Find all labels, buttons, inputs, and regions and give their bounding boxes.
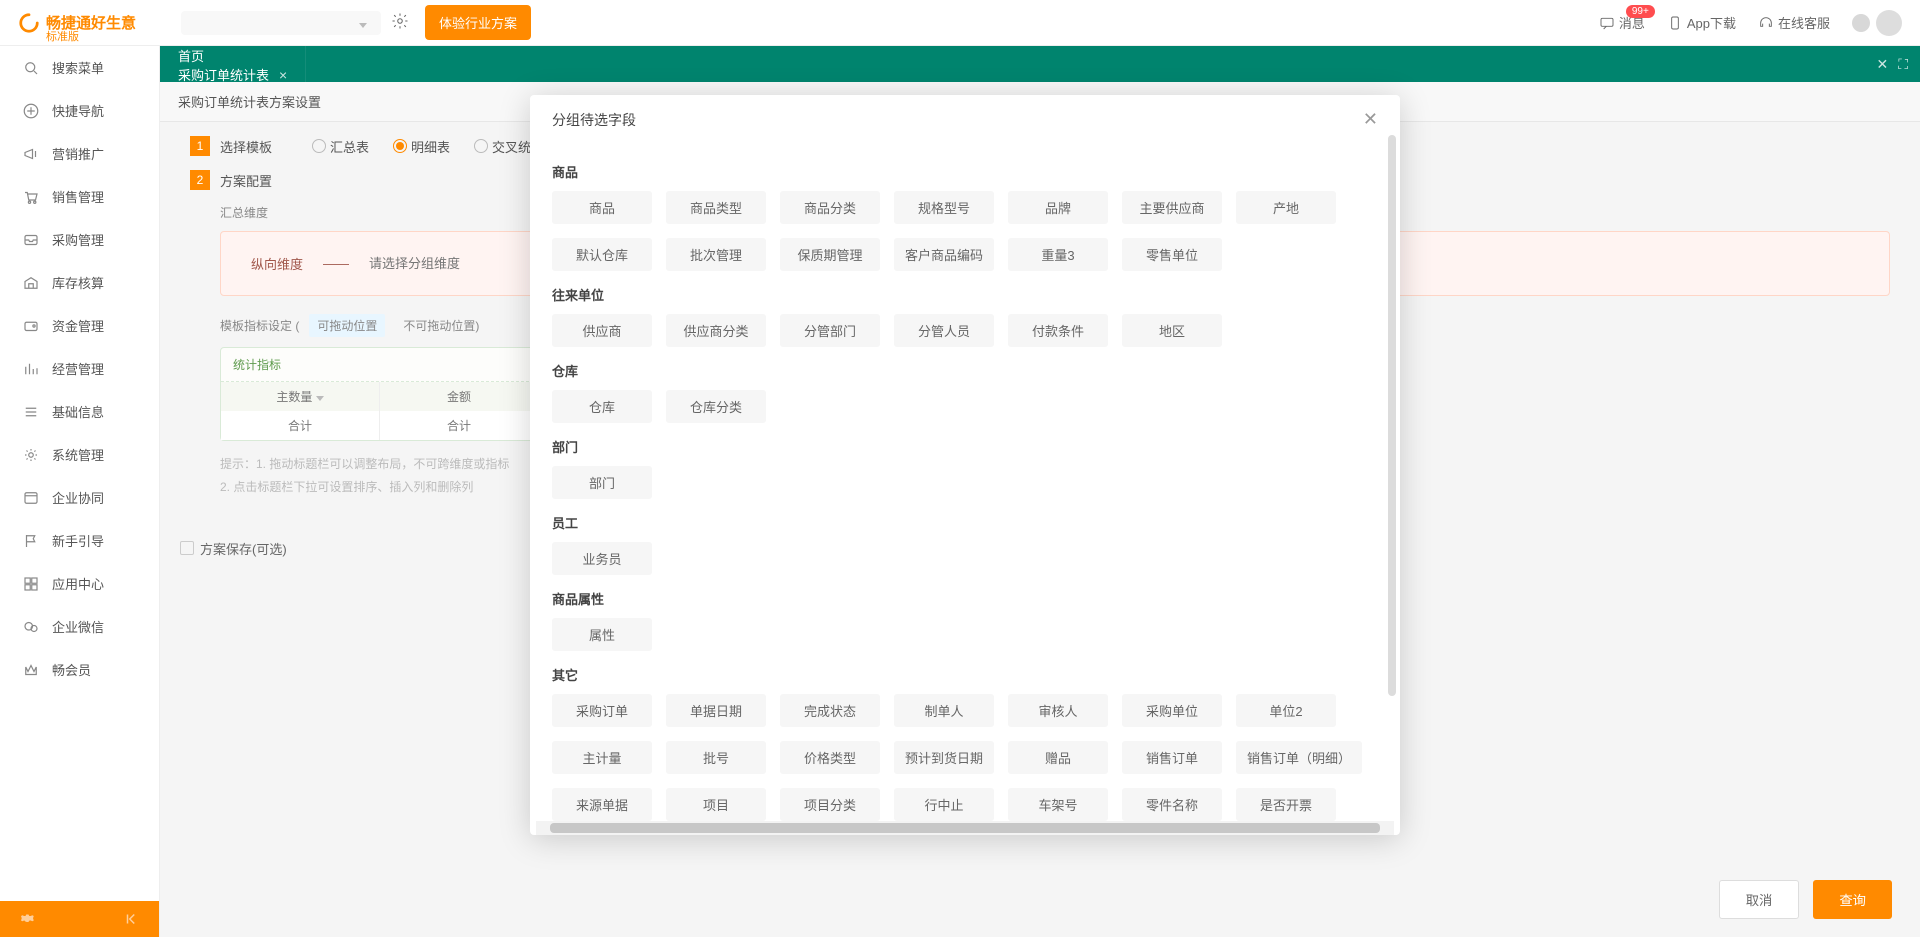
field-chip-1-4[interactable]: 付款条件 xyxy=(1008,314,1108,347)
field-chip-1-1[interactable]: 供应商分类 xyxy=(666,314,766,347)
field-group-0: 商品商品商品类型商品分类规格型号品牌主要供应商产地默认仓库批次管理保质期管理客户… xyxy=(552,162,1378,271)
field-chip-6-14[interactable]: 来源单据 xyxy=(552,788,652,821)
field-chip-5-0[interactable]: 属性 xyxy=(552,618,652,651)
field-chip-0-0[interactable]: 商品 xyxy=(552,191,652,224)
group-title: 部门 xyxy=(552,437,1378,456)
field-modal: 分组待选字段 ✕ 商品商品商品类型商品分类规格型号品牌主要供应商产地默认仓库批次… xyxy=(530,95,1400,835)
field-chip-6-4[interactable]: 审核人 xyxy=(1008,694,1108,727)
field-chip-6-6[interactable]: 单位2 xyxy=(1236,694,1336,727)
modal-scrollbar-h[interactable] xyxy=(536,821,1394,835)
group-title: 员工 xyxy=(552,513,1378,532)
field-chip-6-17[interactable]: 行中止 xyxy=(894,788,994,821)
field-chip-0-5[interactable]: 主要供应商 xyxy=(1122,191,1222,224)
field-chip-6-11[interactable]: 赠品 xyxy=(1008,741,1108,774)
field-chip-0-2[interactable]: 商品分类 xyxy=(780,191,880,224)
field-chip-6-1[interactable]: 单据日期 xyxy=(666,694,766,727)
field-chip-0-10[interactable]: 客户商品编码 xyxy=(894,238,994,271)
field-chip-1-0[interactable]: 供应商 xyxy=(552,314,652,347)
field-chip-6-20[interactable]: 是否开票 xyxy=(1236,788,1336,821)
field-group-5: 商品属性属性 xyxy=(552,589,1378,651)
field-chip-1-2[interactable]: 分管部门 xyxy=(780,314,880,347)
field-chip-1-3[interactable]: 分管人员 xyxy=(894,314,994,347)
field-chip-6-5[interactable]: 采购单位 xyxy=(1122,694,1222,727)
field-chip-6-7[interactable]: 主计量 xyxy=(552,741,652,774)
modal-close[interactable]: ✕ xyxy=(1363,109,1378,130)
field-chip-6-9[interactable]: 价格类型 xyxy=(780,741,880,774)
field-chip-6-3[interactable]: 制单人 xyxy=(894,694,994,727)
field-chip-0-9[interactable]: 保质期管理 xyxy=(780,238,880,271)
field-chip-2-1[interactable]: 仓库分类 xyxy=(666,390,766,423)
field-group-6: 其它采购订单单据日期完成状态制单人审核人采购单位单位2 主计量批号价格类型预计到货… xyxy=(552,665,1378,821)
field-group-4: 员工业务员 xyxy=(552,513,1378,575)
group-title: 其它 xyxy=(552,665,1378,684)
group-title: 商品属性 xyxy=(552,589,1378,608)
modal-body: 商品商品商品类型商品分类规格型号品牌主要供应商产地默认仓库批次管理保质期管理客户… xyxy=(530,144,1400,821)
group-title: 仓库 xyxy=(552,361,1378,380)
field-chip-6-15[interactable]: 项目 xyxy=(666,788,766,821)
field-chip-0-8[interactable]: 批次管理 xyxy=(666,238,766,271)
field-chip-6-19[interactable]: 零件名称 xyxy=(1122,788,1222,821)
field-chip-0-12[interactable]: 零售单位 xyxy=(1122,238,1222,271)
field-chip-4-0[interactable]: 业务员 xyxy=(552,542,652,575)
field-group-3: 部门部门 xyxy=(552,437,1378,499)
field-chip-6-8[interactable]: 批号 xyxy=(666,741,766,774)
field-chip-1-5[interactable]: 地区 xyxy=(1122,314,1222,347)
group-title: 往来单位 xyxy=(552,285,1378,304)
field-chip-6-13[interactable]: 销售订单（明细） xyxy=(1236,741,1362,774)
field-chip-6-16[interactable]: 项目分类 xyxy=(780,788,880,821)
field-chip-3-0[interactable]: 部门 xyxy=(552,466,652,499)
field-chip-6-12[interactable]: 销售订单 xyxy=(1122,741,1222,774)
modal-title: 分组待选字段 xyxy=(552,110,636,130)
field-chip-6-10[interactable]: 预计到货日期 xyxy=(894,741,994,774)
field-chip-2-0[interactable]: 仓库 xyxy=(552,390,652,423)
group-title: 商品 xyxy=(552,162,1378,181)
field-chip-0-4[interactable]: 品牌 xyxy=(1008,191,1108,224)
field-chip-0-7[interactable]: 默认仓库 xyxy=(552,238,652,271)
modal-title-bar: 分组待选字段 ✕ xyxy=(530,95,1400,144)
field-chip-0-1[interactable]: 商品类型 xyxy=(666,191,766,224)
field-chip-6-0[interactable]: 采购订单 xyxy=(552,694,652,727)
modal-scrollbar-v[interactable] xyxy=(1388,135,1398,819)
field-chip-6-18[interactable]: 车架号 xyxy=(1008,788,1108,821)
field-chip-0-3[interactable]: 规格型号 xyxy=(894,191,994,224)
field-chip-6-2[interactable]: 完成状态 xyxy=(780,694,880,727)
field-group-2: 仓库仓库仓库分类 xyxy=(552,361,1378,423)
field-chip-0-11[interactable]: 重量3 xyxy=(1008,238,1108,271)
field-chip-0-6[interactable]: 产地 xyxy=(1236,191,1336,224)
field-group-1: 往来单位供应商供应商分类分管部门分管人员付款条件地区 xyxy=(552,285,1378,347)
